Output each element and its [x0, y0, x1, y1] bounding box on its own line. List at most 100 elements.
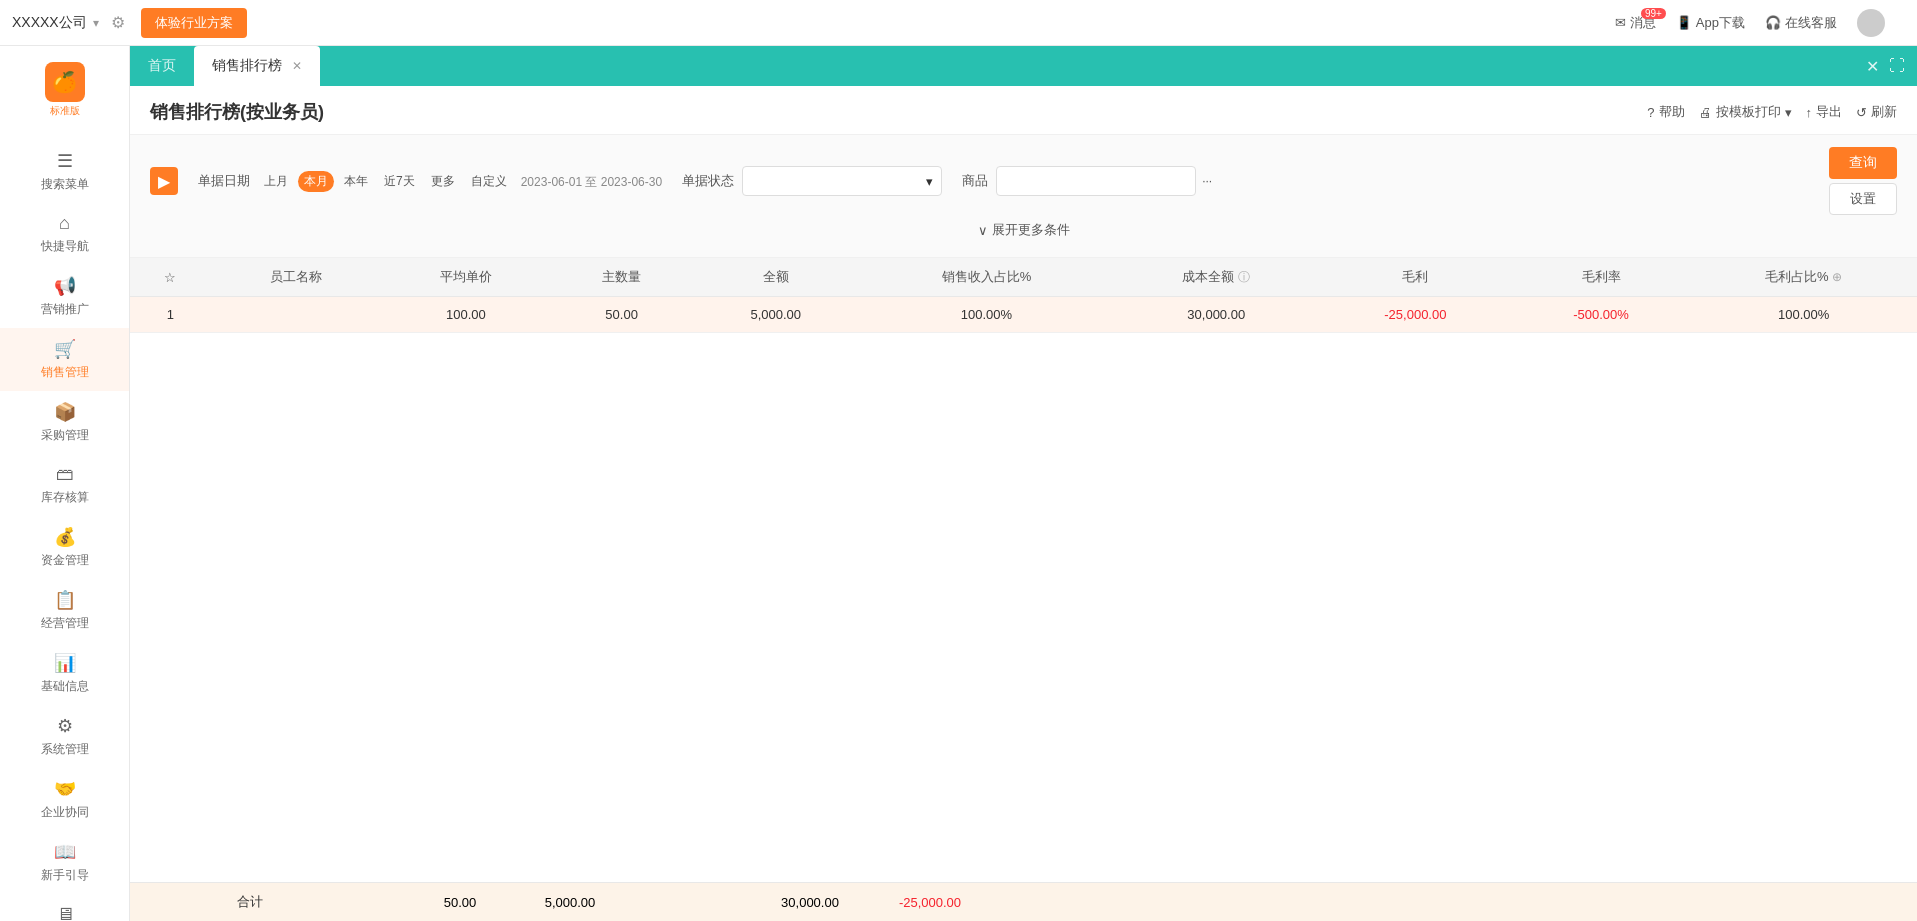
export-icon: ↑	[1806, 105, 1813, 120]
content-area: 首页 销售排行榜 ✕ ✕ ⛶ 销售排行榜(按业务员) ? 帮助	[130, 46, 1917, 921]
basic-info-icon: 📊	[54, 652, 76, 674]
sidebar-item-label: 搜索菜单	[41, 176, 89, 193]
th-cost-amount: 成本全额 ⓘ	[1114, 258, 1319, 297]
page-content: 销售排行榜(按业务员) ? 帮助 🖨 按模板打印 ▾ ↑ 导出	[130, 86, 1917, 921]
date-opt-7days[interactable]: 近7天	[378, 171, 421, 192]
profit-pct-icon[interactable]: ⊕	[1832, 270, 1842, 284]
tab-home-label: 首页	[148, 57, 176, 75]
date-opt-this-month[interactable]: 本月	[298, 171, 334, 192]
sidebar-item-operations[interactable]: 📋 经营管理	[0, 579, 129, 642]
guide-icon: 📖	[54, 841, 76, 863]
sidebar-item-label: 基础信息	[41, 678, 89, 695]
th-profit-pct: 毛利占比% ⊕	[1690, 258, 1917, 297]
status-select[interactable]: ▾	[742, 166, 942, 196]
online-service-group[interactable]: 🎧 在线客服	[1765, 14, 1837, 32]
trial-button[interactable]: 体验行业方案	[141, 8, 247, 38]
table-wrapper: ☆ 员工名称 平均单价 主数量 全额 销售收入占比% 成本全额 ⓘ 毛利	[130, 258, 1917, 882]
sidebar-item-label: 新手引导	[41, 867, 89, 884]
print-chevron-icon: ▾	[1785, 105, 1792, 120]
inventory-icon: 🗃	[56, 464, 74, 485]
sidebar-item-purchase[interactable]: 📦 采购管理	[0, 391, 129, 454]
date-opt-last-month[interactable]: 上月	[258, 171, 294, 192]
th-qty: 主数量	[551, 258, 692, 297]
print-label: 按模板打印	[1716, 103, 1781, 121]
settings-icon[interactable]: ⚙	[111, 13, 125, 32]
date-opt-this-year[interactable]: 本年	[338, 171, 374, 192]
table-row[interactable]: 1100.0050.005,000.00100.00%30,000.00-25,…	[130, 297, 1917, 333]
footer-amount: 5,000.00	[510, 895, 630, 910]
sidebar-item-marketing[interactable]: 📢 营销推广	[0, 265, 129, 328]
online-service-label: 在线客服	[1785, 14, 1837, 32]
print-icon: 🖨	[1699, 105, 1712, 120]
filter-row: ▶ 单据日期 上月 本月 本年 近7天 更多 自定义 2	[150, 147, 1897, 215]
date-opt-more[interactable]: 更多	[425, 171, 461, 192]
close-all-icon[interactable]: ✕	[1866, 57, 1879, 76]
goods-input-group: ···	[996, 166, 1212, 196]
footer-label-cell: 合计	[190, 893, 310, 911]
tab-close-icon[interactable]: ✕	[292, 59, 302, 73]
company-selector[interactable]: XXXXX公司 ▾	[12, 14, 99, 32]
refresh-label: 刷新	[1871, 103, 1897, 121]
more-dots[interactable]: ···	[1202, 174, 1212, 188]
th-profit: 毛利	[1319, 258, 1512, 297]
sidebar-item-label: 销售管理	[41, 364, 89, 381]
help-button[interactable]: ? 帮助	[1647, 103, 1684, 121]
sidebar-item-app-center[interactable]: 🖥 应用中心	[0, 894, 129, 921]
print-template-button[interactable]: 🖨 按模板打印 ▾	[1699, 103, 1792, 121]
sidebar-item-label: 经营管理	[41, 615, 89, 632]
goods-input[interactable]	[996, 166, 1196, 196]
cost-info-icon[interactable]: ⓘ	[1238, 270, 1250, 284]
refresh-icon: ↺	[1856, 105, 1867, 120]
logo-icon: 🍊	[45, 62, 85, 102]
td-name	[211, 297, 381, 333]
sidebar-item-inventory[interactable]: 🗃 库存核算	[0, 454, 129, 516]
tab-home[interactable]: 首页	[130, 46, 194, 86]
status-filter-group: 单据状态 ▾	[682, 166, 942, 196]
tab-bar: 首页 销售排行榜 ✕ ✕ ⛶	[130, 46, 1917, 86]
query-button[interactable]: 查询	[1829, 147, 1897, 179]
td-profitPct: 100.00%	[1690, 297, 1917, 333]
sidebar-logo: 🍊 标准版	[39, 56, 91, 124]
filter-area: ▶ 单据日期 上月 本月 本年 近7天 更多 自定义 2	[130, 135, 1917, 258]
help-label: 帮助	[1659, 103, 1685, 121]
operations-icon: 📋	[54, 589, 76, 611]
filter-settings-button[interactable]: 设置	[1829, 183, 1897, 215]
headset-icon: 🎧	[1765, 15, 1781, 30]
sidebar-item-search[interactable]: ☰ 搜索菜单	[0, 140, 129, 203]
sidebar-item-sales[interactable]: 🛒 销售管理	[0, 328, 129, 391]
date-opt-custom[interactable]: 自定义	[465, 171, 513, 192]
sidebar-item-basic-info[interactable]: 📊 基础信息	[0, 642, 129, 705]
app-center-icon: 🖥	[56, 904, 74, 921]
td-qty: 50.00	[551, 297, 692, 333]
refresh-button[interactable]: ↺ 刷新	[1856, 103, 1897, 121]
th-avg-price: 平均单价	[381, 258, 551, 297]
fullscreen-icon[interactable]: ⛶	[1889, 57, 1905, 75]
th-name: 员工名称	[211, 258, 381, 297]
sidebar-item-enterprise[interactable]: 🤝 企业协同	[0, 768, 129, 831]
sales-icon: 🛒	[54, 338, 76, 360]
sidebar: 🍊 标准版 ☰ 搜索菜单 ⌂ 快捷导航 📢 营销推广 🛒 销售管理 📦 采购管理…	[0, 46, 130, 921]
expand-more-row[interactable]: ∨ 展开更多条件	[150, 215, 1897, 245]
th-amount: 全额	[692, 258, 859, 297]
sidebar-item-guide[interactable]: 📖 新手引导	[0, 831, 129, 894]
filter-expand-btn[interactable]: ▶	[150, 167, 178, 195]
app-icon: 📱	[1676, 15, 1692, 30]
avatar[interactable]	[1857, 9, 1885, 37]
expand-more-label: 展开更多条件	[992, 221, 1070, 239]
page-actions: ? 帮助 🖨 按模板打印 ▾ ↑ 导出 ↺ 刷新	[1647, 103, 1897, 121]
main-layout: 🍊 标准版 ☰ 搜索菜单 ⌂ 快捷导航 📢 营销推广 🛒 销售管理 📦 采购管理…	[0, 46, 1917, 921]
finance-icon: 💰	[54, 526, 76, 548]
sidebar-item-quick-nav[interactable]: ⌂ 快捷导航	[0, 203, 129, 265]
sidebar-item-finance[interactable]: 💰 资金管理	[0, 516, 129, 579]
export-button[interactable]: ↑ 导出	[1806, 103, 1843, 121]
tab-sales-ranking[interactable]: 销售排行榜 ✕	[194, 46, 320, 86]
company-name: XXXXX公司	[12, 14, 87, 32]
filter-actions: 查询 设置	[1829, 147, 1897, 215]
chevron-down-icon: ▾	[93, 16, 99, 30]
page-title: 销售排行榜(按业务员)	[150, 100, 324, 124]
td-salesPct: 100.00%	[859, 297, 1113, 333]
app-download-group[interactable]: 📱 App下载	[1676, 14, 1745, 32]
th-index: ☆	[130, 258, 211, 297]
message-icon-group[interactable]: ✉ 消息 99+	[1615, 14, 1656, 32]
sidebar-item-system[interactable]: ⚙ 系统管理	[0, 705, 129, 768]
